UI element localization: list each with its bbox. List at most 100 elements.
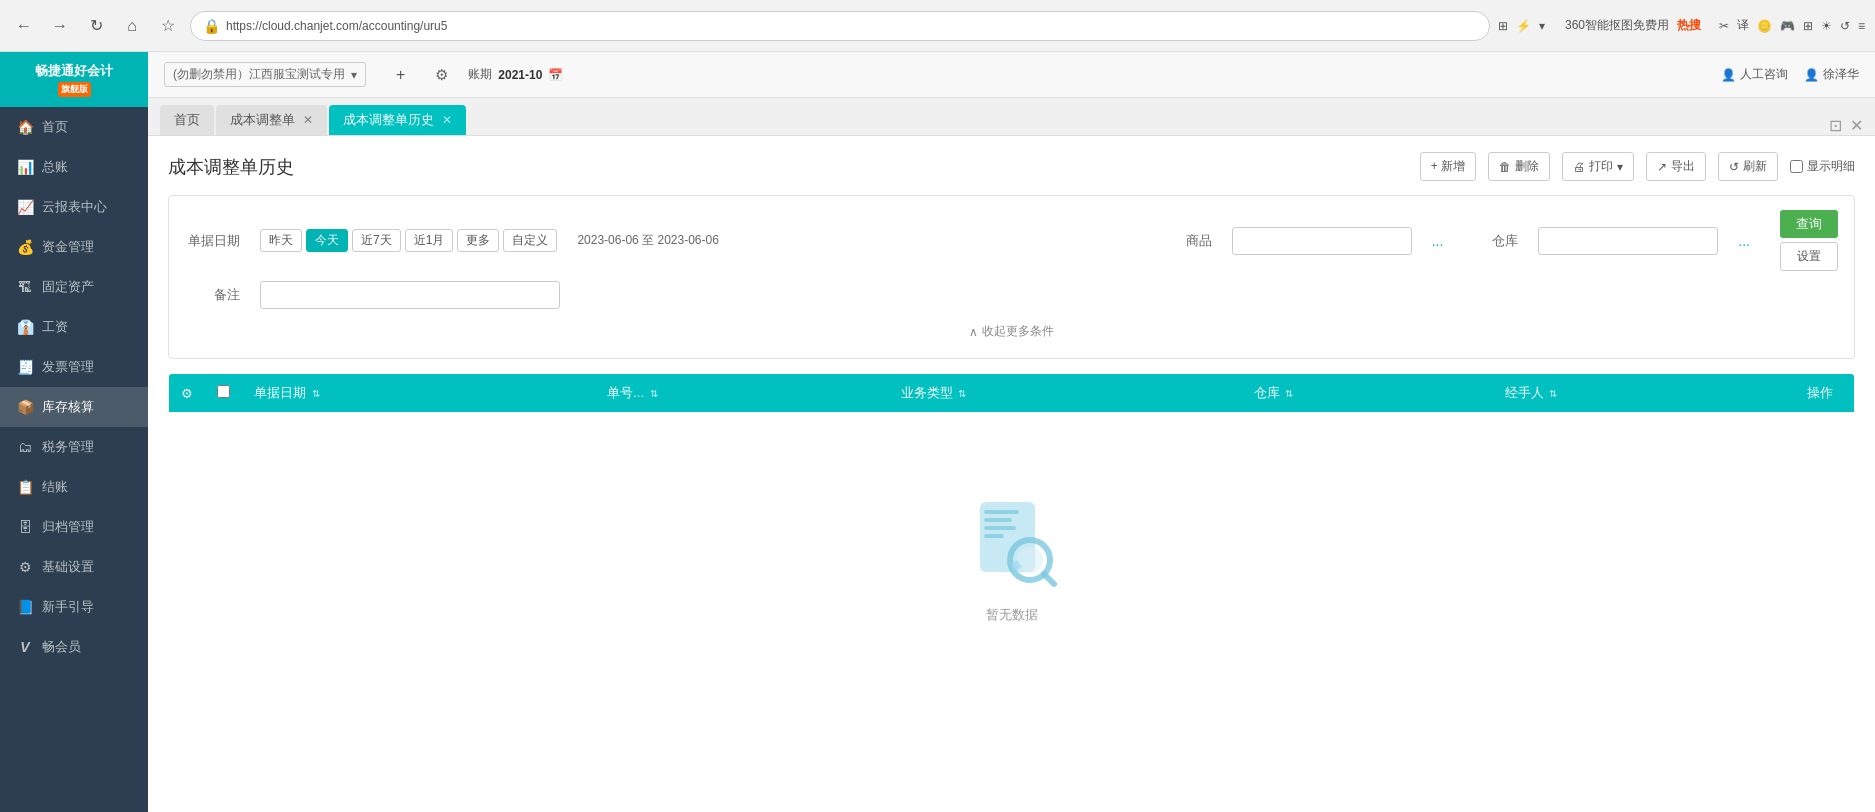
- sidebar-item-ledger-label: 总账: [42, 158, 68, 176]
- game-icon[interactable]: 🎮: [1780, 19, 1795, 33]
- th-number[interactable]: 单号... ⇅: [595, 374, 888, 413]
- calendar-icon[interactable]: 📅: [548, 68, 563, 82]
- tab-cost-adjust-history-close[interactable]: ✕: [442, 113, 452, 127]
- sidebar-item-salary[interactable]: 👔 工资: [0, 307, 148, 347]
- delete-button[interactable]: 🗑 删除: [1488, 152, 1550, 181]
- sidebar-item-fixed-assets[interactable]: 🏗 固定资产: [0, 267, 148, 307]
- sidebar-item-member[interactable]: V 畅会员: [0, 627, 148, 667]
- browser-toolbar: ⊞ ⚡ ▾ 360智能抠图免费用 热搜 ✂ 译 🪙 🎮 ⊞ ☀ ↺ ≡: [1498, 17, 1865, 34]
- th-biz-type[interactable]: 业务类型 ⇅: [889, 374, 1242, 413]
- sidebar-item-tax[interactable]: 🗂 税务管理: [0, 427, 148, 467]
- app-logo: 畅捷通好会计 旗舰版: [0, 52, 148, 107]
- consultant-link[interactable]: 👤 人工咨询: [1721, 66, 1788, 83]
- add-tab-button[interactable]: +: [386, 61, 415, 89]
- closing-icon: 📋: [16, 479, 34, 495]
- print-button[interactable]: 🖨 打印 ▾: [1562, 152, 1634, 181]
- settings-gear-icon[interactable]: ⚙: [435, 66, 448, 84]
- sidebar-item-inventory[interactable]: 📦 库存核算: [0, 387, 148, 427]
- sidebar-item-home-label: 首页: [42, 118, 68, 136]
- th-gear[interactable]: ⚙: [169, 374, 206, 413]
- wallet-icon[interactable]: 🪙: [1757, 19, 1772, 33]
- sidebar-item-archive[interactable]: 🗄 归档管理: [0, 507, 148, 547]
- print-dropdown-icon: ▾: [1617, 160, 1623, 174]
- display-cols-input[interactable]: [1790, 160, 1803, 173]
- warehouse-more-btn[interactable]: ...: [1738, 233, 1750, 249]
- star-button[interactable]: ☆: [154, 12, 182, 40]
- company-dropdown-icon: ▾: [351, 68, 357, 82]
- lightning-icon[interactable]: ⚡: [1516, 19, 1531, 33]
- query-button[interactable]: 查询: [1780, 210, 1838, 238]
- warehouse-filter-input[interactable]: [1538, 227, 1718, 255]
- translate-icon[interactable]: 译: [1737, 17, 1749, 34]
- browser-chrome: ← → ↻ ⌂ ☆ 🔒 https://cloud.chanjet.com/ac…: [0, 0, 1875, 52]
- goods-filter-input[interactable]: [1232, 227, 1412, 255]
- sidebar-item-settings-label: 基础设置: [42, 558, 94, 576]
- tab-cost-adjust-close[interactable]: ✕: [303, 113, 313, 127]
- invoice-icon: 🧾: [16, 359, 34, 375]
- empty-state-row: 暂无数据: [169, 412, 1855, 705]
- svg-rect-2: [984, 518, 1012, 522]
- more-btn[interactable]: 更多: [457, 229, 499, 252]
- tab-home[interactable]: 首页: [160, 105, 214, 135]
- tab-cost-adjust-history[interactable]: 成本调整单历史 ✕: [329, 105, 466, 135]
- inventory-icon: 📦: [16, 399, 34, 415]
- grid-icon[interactable]: ⊞: [1498, 19, 1508, 33]
- user-avatar[interactable]: 👤 徐泽华: [1804, 66, 1859, 83]
- home-button[interactable]: ⌂: [118, 12, 146, 40]
- sidebar-item-guide[interactable]: 📘 新手引导: [0, 587, 148, 627]
- brightness-icon[interactable]: ☀: [1821, 19, 1832, 33]
- th-warehouse[interactable]: 仓库 ⇅: [1242, 374, 1493, 413]
- sidebar-item-ledger[interactable]: 📊 总账: [0, 147, 148, 187]
- window-close-icon[interactable]: ✕: [1850, 116, 1863, 135]
- th-check[interactable]: [205, 374, 242, 413]
- url-text: https://cloud.chanjet.com/accounting/uru…: [226, 19, 447, 33]
- display-cols-checkbox[interactable]: 显示明细: [1790, 158, 1855, 175]
- month1-btn[interactable]: 近1月: [405, 229, 454, 252]
- settings-filter-button[interactable]: 设置: [1780, 242, 1838, 271]
- collapse-btn[interactable]: ∧ 收起更多条件: [185, 319, 1838, 344]
- sidebar-item-tax-label: 税务管理: [42, 438, 94, 456]
- report-icon: 📈: [16, 199, 34, 215]
- address-bar[interactable]: 🔒 https://cloud.chanjet.com/accounting/u…: [190, 11, 1490, 41]
- menu-icon[interactable]: ≡: [1858, 19, 1865, 33]
- th-date[interactable]: 单据日期 ⇅: [242, 374, 595, 413]
- week7-btn[interactable]: 近7天: [352, 229, 401, 252]
- refresh-button[interactable]: ↻: [82, 12, 110, 40]
- history-icon[interactable]: ↺: [1840, 19, 1850, 33]
- goods-more-btn[interactable]: ...: [1432, 233, 1444, 249]
- data-table: ⚙ 单据日期 ⇅ 单号... ⇅ 业务类型: [168, 373, 1855, 705]
- export-icon: ↗: [1657, 160, 1667, 174]
- search-label: 360智能抠图免费用: [1565, 17, 1669, 34]
- sidebar-item-settings[interactable]: ⚙ 基础设置: [0, 547, 148, 587]
- company-selector[interactable]: (勿删勿禁用）江西服宝测试专用 ▾: [164, 62, 366, 87]
- sidebar-item-inventory-label: 库存核算: [42, 398, 94, 416]
- new-button[interactable]: + 新增: [1420, 152, 1476, 181]
- sidebar-item-salary-label: 工资: [42, 318, 68, 336]
- refresh-button[interactable]: ↺ 刷新: [1718, 152, 1778, 181]
- tab-cost-adjust[interactable]: 成本调整单 ✕: [216, 105, 327, 135]
- export-button[interactable]: ↗ 导出: [1646, 152, 1706, 181]
- warehouse-filter-label: 仓库: [1463, 232, 1518, 250]
- sidebar-item-invoice[interactable]: 🧾 发票管理: [0, 347, 148, 387]
- custom-btn[interactable]: 自定义: [503, 229, 557, 252]
- remark-filter-label: 备注: [185, 286, 240, 304]
- th-operator[interactable]: 经手人 ⇅: [1493, 374, 1795, 413]
- sidebar-item-finance[interactable]: 💰 资金管理: [0, 227, 148, 267]
- table-body: 暂无数据: [169, 412, 1855, 705]
- sidebar-item-closing[interactable]: 📋 结账: [0, 467, 148, 507]
- remark-filter-input[interactable]: [260, 281, 560, 309]
- today-btn[interactable]: 今天: [306, 229, 348, 252]
- date-range-display: 2023-06-06 至 2023-06-06: [577, 232, 718, 249]
- windows-icon[interactable]: ⊞: [1803, 19, 1813, 33]
- forward-button[interactable]: →: [46, 12, 74, 40]
- sidebar-item-report[interactable]: 📈 云报表中心: [0, 187, 148, 227]
- dropdown-icon[interactable]: ▾: [1539, 19, 1545, 33]
- select-all-checkbox[interactable]: [217, 385, 230, 398]
- back-button[interactable]: ←: [10, 12, 38, 40]
- window-maximize-icon[interactable]: ⊡: [1829, 116, 1842, 135]
- delete-icon: 🗑: [1499, 160, 1511, 174]
- yesterday-btn[interactable]: 昨天: [260, 229, 302, 252]
- sidebar-item-home[interactable]: 🏠 首页: [0, 107, 148, 147]
- svg-rect-4: [984, 534, 1004, 538]
- scissors-icon[interactable]: ✂: [1719, 19, 1729, 33]
